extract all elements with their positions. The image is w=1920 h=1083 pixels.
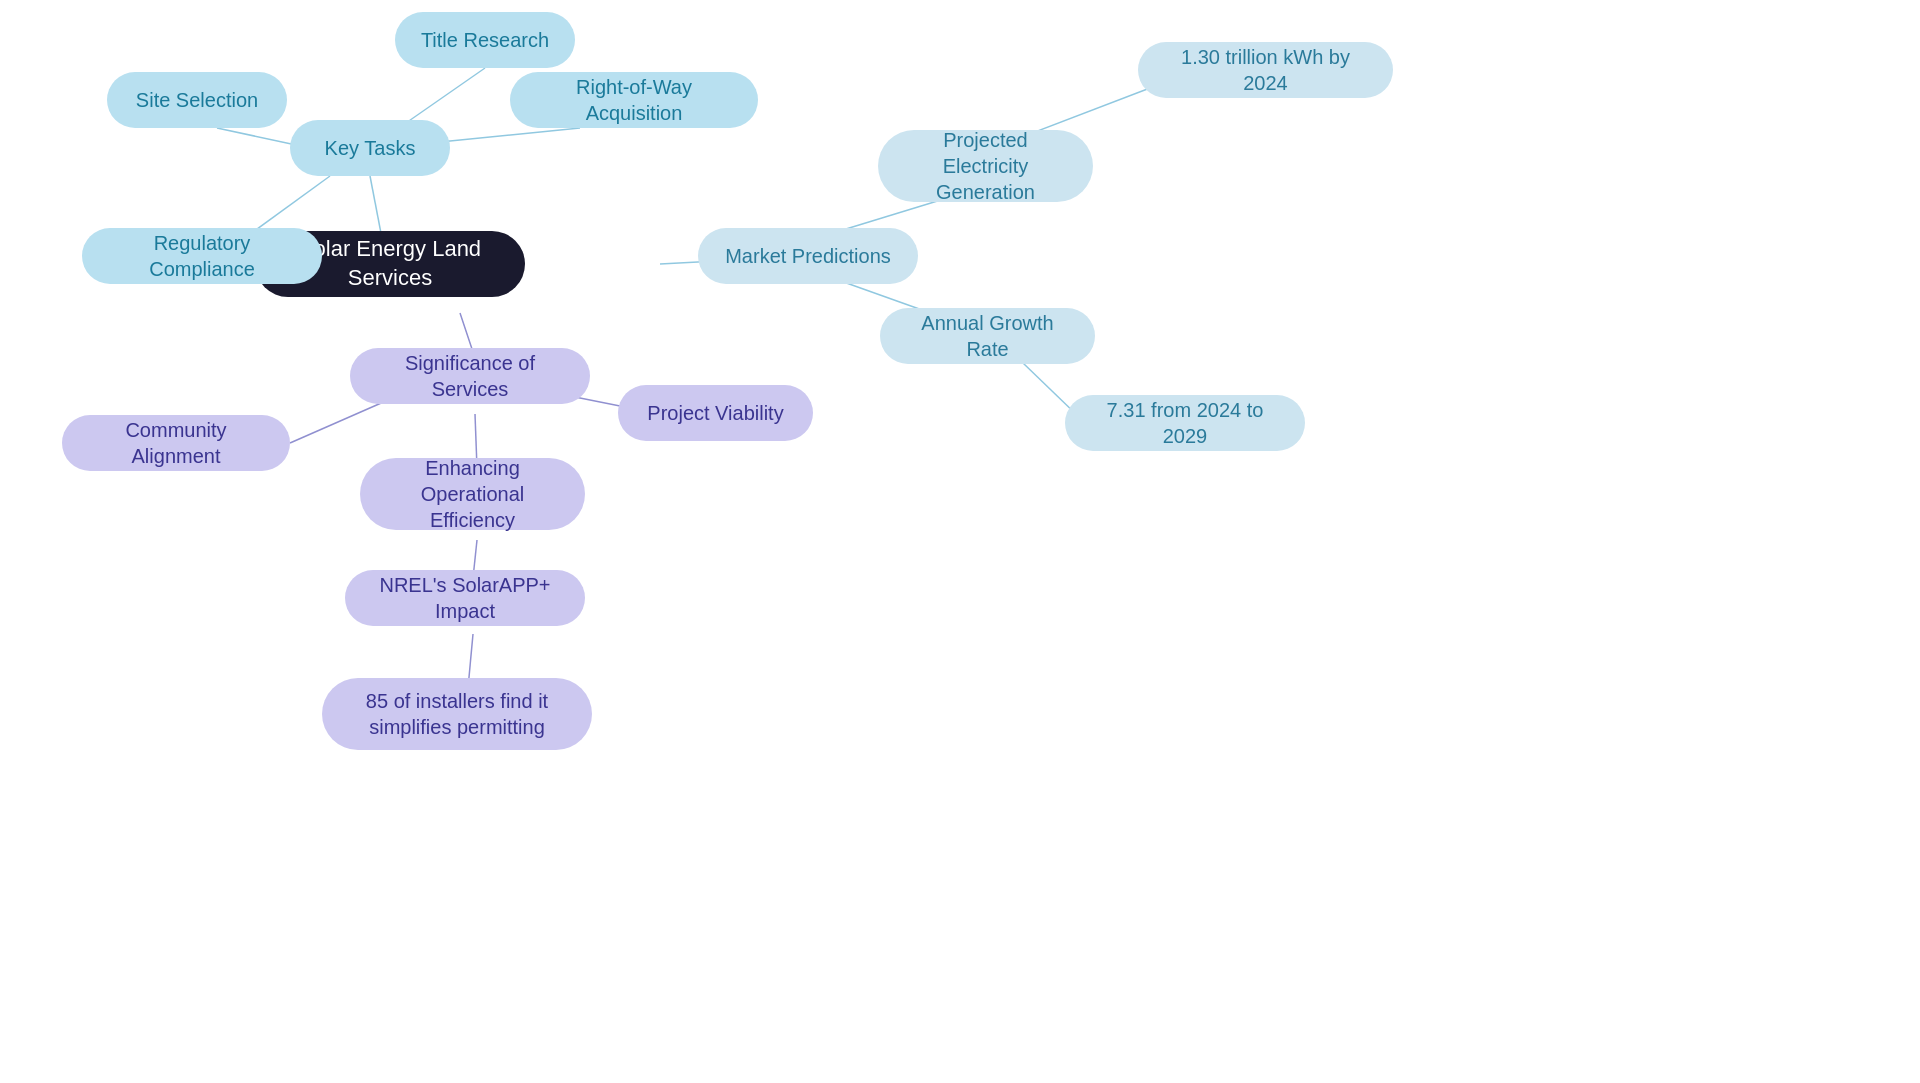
installers-label: 85 of installers find it simplifies perm… (346, 688, 568, 740)
nrel-impact-node[interactable]: NREL's SolarAPP+ Impact (345, 570, 585, 626)
mindmap-container: Solar Energy Land Services Key Tasks Tit… (0, 0, 1920, 1083)
market-predictions-node[interactable]: Market Predictions (698, 228, 918, 284)
growth-value-label: 7.31 from 2024 to 2029 (1089, 397, 1281, 449)
title-research-node[interactable]: Title Research (395, 12, 575, 68)
community-alignment-label: Community Alignment (86, 417, 266, 469)
regulatory-compliance-label: Regulatory Compliance (106, 230, 298, 282)
market-predictions-label: Market Predictions (725, 243, 891, 269)
title-research-label: Title Research (421, 27, 549, 53)
nrel-impact-label: NREL's SolarAPP+ Impact (369, 572, 561, 624)
annual-growth-rate-node[interactable]: Annual Growth Rate (880, 308, 1095, 364)
site-selection-node[interactable]: Site Selection (107, 72, 287, 128)
projected-electricity-node[interactable]: Projected Electricity Generation (878, 130, 1093, 202)
site-selection-label: Site Selection (136, 87, 258, 113)
project-viability-node[interactable]: Project Viability (618, 385, 813, 441)
installers-node[interactable]: 85 of installers find it simplifies perm… (322, 678, 592, 750)
regulatory-compliance-node[interactable]: Regulatory Compliance (82, 228, 322, 284)
projected-electricity-label: Projected Electricity Generation (902, 127, 1069, 205)
significance-services-node[interactable]: Significance of Services (350, 348, 590, 404)
enhancing-operational-node[interactable]: Enhancing Operational Efficiency (360, 458, 585, 530)
annual-growth-rate-label: Annual Growth Rate (904, 310, 1071, 362)
significance-services-label: Significance of Services (374, 350, 566, 402)
right-of-way-node[interactable]: Right-of-Way Acquisition (510, 72, 758, 128)
trillion-kwh-node[interactable]: 1.30 trillion kWh by 2024 (1138, 42, 1393, 98)
growth-value-node[interactable]: 7.31 from 2024 to 2029 (1065, 395, 1305, 451)
community-alignment-node[interactable]: Community Alignment (62, 415, 290, 471)
project-viability-label: Project Viability (647, 400, 783, 426)
key-tasks-label: Key Tasks (325, 135, 416, 161)
trillion-kwh-label: 1.30 trillion kWh by 2024 (1162, 44, 1369, 96)
key-tasks-node[interactable]: Key Tasks (290, 120, 450, 176)
enhancing-operational-label: Enhancing Operational Efficiency (384, 455, 561, 533)
right-of-way-label: Right-of-Way Acquisition (534, 74, 734, 126)
